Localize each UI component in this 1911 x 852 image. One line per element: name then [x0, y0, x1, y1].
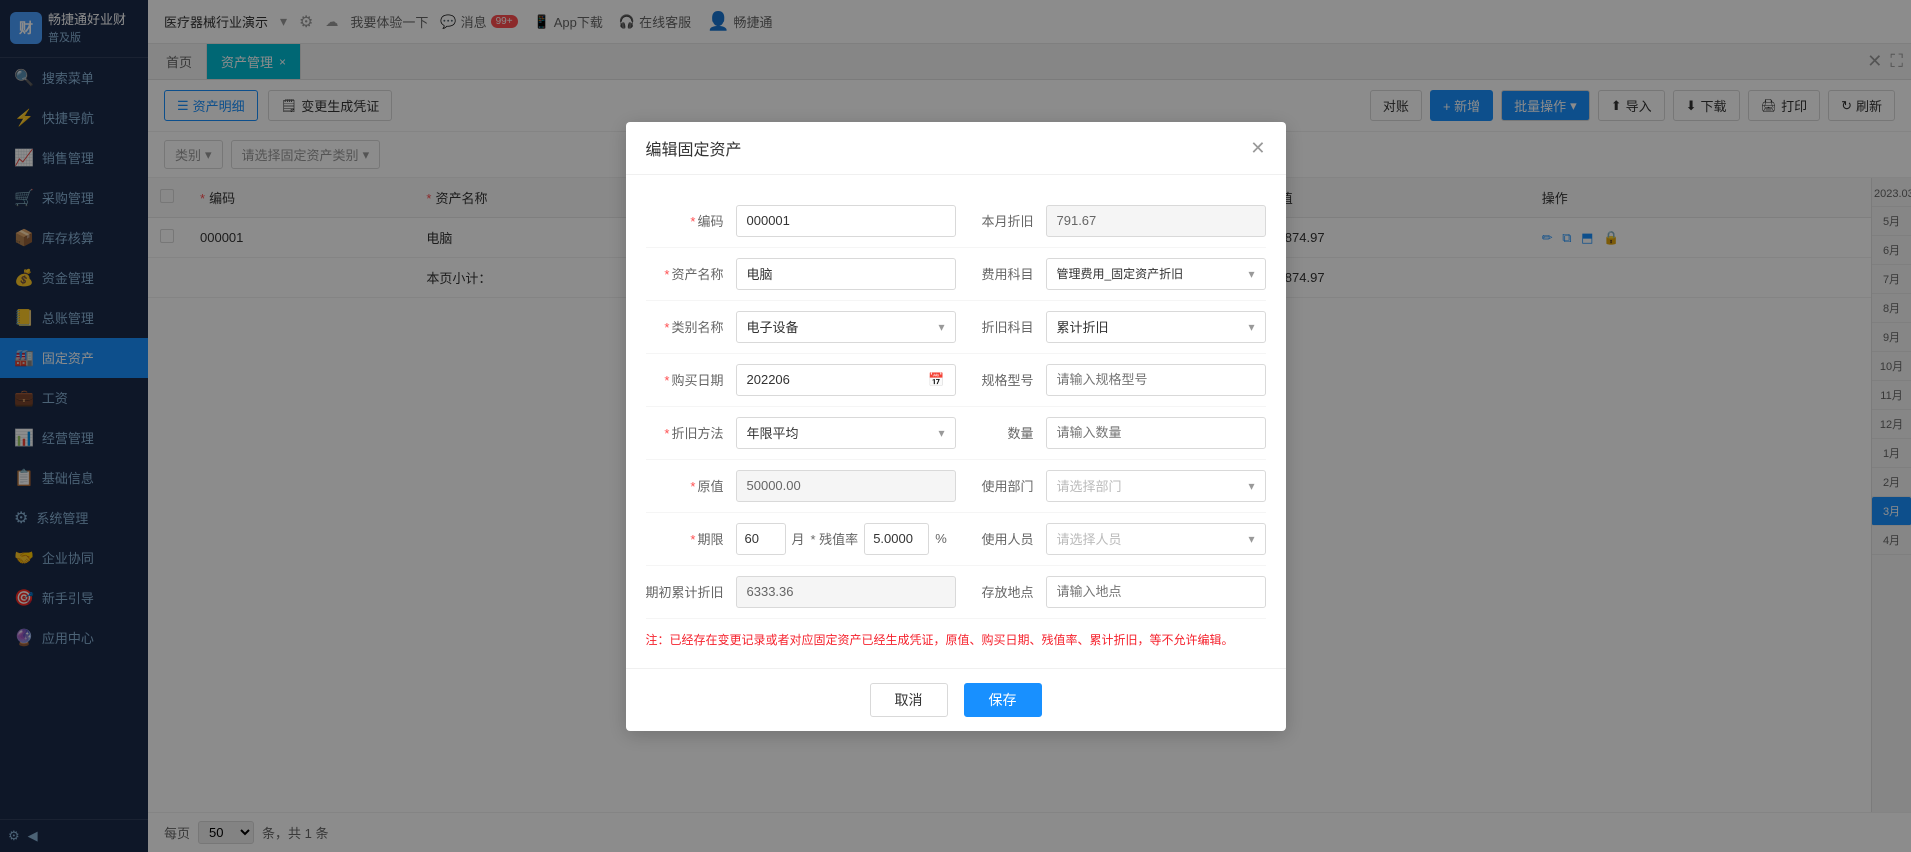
- purchase-date-value: 202206: [747, 372, 790, 387]
- location-label: 存放地点: [956, 582, 1046, 601]
- expense-subject-label: 费用科目: [956, 264, 1046, 283]
- monthly-dep-label: 本月折旧: [956, 211, 1046, 230]
- code-label: *编码: [646, 211, 736, 230]
- form-row-period: *期限 月 * 残值率 %: [646, 513, 956, 566]
- user-form-label: 使用人员: [956, 529, 1046, 548]
- residual-rate-input[interactable]: [864, 523, 929, 555]
- spec-input[interactable]: [1046, 364, 1266, 396]
- modal-body: *编码 *资产名称 *类别名称: [626, 175, 1286, 668]
- user-chevron-icon: ▾: [1248, 532, 1254, 546]
- depreciation-method-chevron-icon: ▾: [938, 426, 944, 440]
- calendar-icon: 📅: [928, 372, 944, 388]
- original-value-input[interactable]: [736, 470, 956, 502]
- modal-header: 编辑固定资产 ✕: [626, 122, 1286, 175]
- period-residual-group: 月 * 残值率 %: [736, 523, 956, 555]
- expense-subject-value: 管理费用_固定资产折旧: [1057, 265, 1184, 282]
- category-select-value: 电子设备: [747, 317, 799, 336]
- form-grid: *编码 *资产名称 *类别名称: [646, 195, 1266, 619]
- modal-overlay: 编辑固定资产 ✕ *编码 *资产名称: [0, 0, 1911, 852]
- form-row-category: *类别名称 电子设备 ▾: [646, 301, 956, 354]
- form-note: 注：已经存在变更记录或者对应固定资产已经生成凭证，原值、购买日期、残值率、累计折…: [646, 619, 1266, 648]
- user-select[interactable]: 请选择人员 ▾: [1046, 523, 1266, 555]
- form-row-accumulated-dep: 期初累计折旧: [646, 566, 956, 619]
- form-row-quantity: 数量: [956, 407, 1266, 460]
- department-placeholder: 请选择部门: [1057, 476, 1122, 495]
- form-row-code: *编码: [646, 195, 956, 248]
- department-select[interactable]: 请选择部门 ▾: [1046, 470, 1266, 502]
- dep-subject-label: 折旧科目: [956, 317, 1046, 336]
- category-form-label: *类别名称: [646, 317, 736, 336]
- purchase-date-picker[interactable]: 202206 📅: [736, 364, 956, 396]
- form-row-monthly-dep: 本月折旧: [956, 195, 1266, 248]
- user-placeholder: 请选择人员: [1057, 529, 1122, 548]
- period-input[interactable]: [736, 523, 786, 555]
- depreciation-method-select[interactable]: 年限平均 ▾: [736, 417, 956, 449]
- cancel-button[interactable]: 取消: [870, 683, 948, 717]
- depreciation-method-value: 年限平均: [747, 423, 799, 442]
- expense-subject-chevron-icon: ▾: [1248, 267, 1254, 281]
- form-right-column: 本月折旧 费用科目 管理费用_固定资产折旧 ▾: [956, 195, 1266, 619]
- form-row-spec: 规格型号: [956, 354, 1266, 407]
- form-row-location: 存放地点: [956, 566, 1266, 619]
- period-unit-label: 月: [792, 529, 805, 548]
- form-row-dep-subject: 折旧科目 累计折旧 ▾: [956, 301, 1266, 354]
- modal-title: 编辑固定资产: [646, 136, 742, 160]
- quantity-input[interactable]: [1046, 417, 1266, 449]
- department-chevron-icon: ▾: [1248, 479, 1254, 493]
- residual-rate-unit-label: %: [935, 531, 947, 546]
- form-left-column: *编码 *资产名称 *类别名称: [646, 195, 956, 619]
- monthly-dep-input[interactable]: [1046, 205, 1266, 237]
- form-row-asset-name: *资产名称: [646, 248, 956, 301]
- category-select[interactable]: 电子设备 ▾: [736, 311, 956, 343]
- modal-footer: 取消 保存: [626, 668, 1286, 731]
- purchase-date-label: *购买日期: [646, 370, 736, 389]
- depreciation-method-label: *折旧方法: [646, 423, 736, 442]
- dep-subject-select[interactable]: 累计折旧 ▾: [1046, 311, 1266, 343]
- form-row-original-value: *原值: [646, 460, 956, 513]
- period-label: *期限: [646, 529, 736, 548]
- spec-label: 规格型号: [956, 370, 1046, 389]
- save-button[interactable]: 保存: [964, 683, 1042, 717]
- original-value-label: *原值: [646, 476, 736, 495]
- residual-rate-label: * 残值率: [811, 529, 859, 548]
- form-row-purchase-date: *购买日期 202206 📅: [646, 354, 956, 407]
- category-chevron-icon: ▾: [938, 320, 944, 334]
- accumulated-dep-form-label: 期初累计折旧: [646, 582, 736, 601]
- quantity-label: 数量: [956, 423, 1046, 442]
- form-row-department: 使用部门 请选择部门 ▾: [956, 460, 1266, 513]
- form-row-depreciation-method: *折旧方法 年限平均 ▾: [646, 407, 956, 460]
- modal-close-button[interactable]: ✕: [1250, 139, 1265, 157]
- dep-subject-value: 累计折旧: [1057, 317, 1109, 336]
- edit-asset-modal: 编辑固定资产 ✕ *编码 *资产名称: [626, 122, 1286, 731]
- accumulated-dep-input[interactable]: [736, 576, 956, 608]
- code-input[interactable]: [736, 205, 956, 237]
- location-input[interactable]: [1046, 576, 1266, 608]
- asset-name-input[interactable]: [736, 258, 956, 290]
- form-row-user: 使用人员 请选择人员 ▾: [956, 513, 1266, 566]
- asset-name-label: *资产名称: [646, 264, 736, 283]
- dep-subject-chevron-icon: ▾: [1248, 320, 1254, 334]
- department-label: 使用部门: [956, 476, 1046, 495]
- expense-subject-select[interactable]: 管理费用_固定资产折旧 ▾: [1046, 258, 1266, 290]
- form-row-expense-subject: 费用科目 管理费用_固定资产折旧 ▾: [956, 248, 1266, 301]
